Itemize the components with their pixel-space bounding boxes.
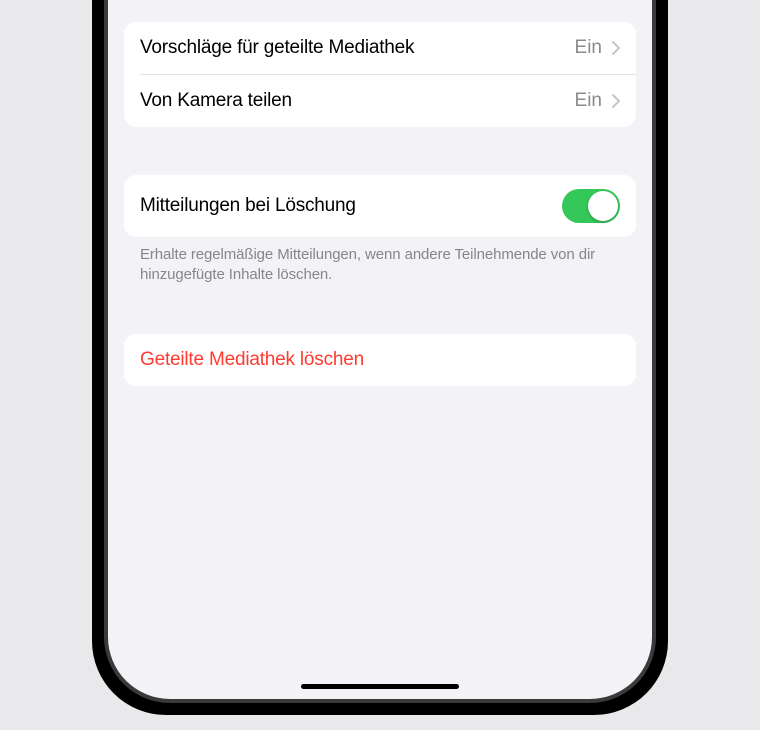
screen: Vorschläge für geteilte Mediathek Ein Vo…: [108, 0, 652, 699]
home-indicator[interactable]: [301, 684, 459, 689]
row-label: Vorschläge für geteilte Mediathek: [140, 37, 575, 59]
row-value: Ein: [575, 90, 602, 112]
row-shared-library-suggestions[interactable]: Vorschläge für geteilte Mediathek Ein: [124, 22, 636, 74]
toggle-knob: [588, 191, 618, 221]
chevron-right-icon: [612, 41, 620, 55]
group-footer-text: Erhalte regelmäßige Mitteilungen, wenn a…: [124, 237, 636, 286]
phone-frame: Vorschläge für geteilte Mediathek Ein Vo…: [92, 0, 668, 715]
phone-bezel: Vorschläge für geteilte Mediathek Ein Vo…: [104, 0, 656, 703]
row-label: Mitteilungen bei Löschung: [140, 195, 562, 217]
row-delete-shared-library[interactable]: Geteilte Mediathek löschen: [124, 334, 636, 386]
row-share-from-camera[interactable]: Von Kamera teilen Ein: [124, 75, 636, 127]
settings-group-notifications: Mitteilungen bei Löschung: [124, 175, 636, 237]
toggle-switch[interactable]: [562, 189, 620, 223]
settings-group-delete: Geteilte Mediathek löschen: [124, 334, 636, 386]
destructive-label: Geteilte Mediathek löschen: [140, 349, 364, 371]
row-value: Ein: [575, 37, 602, 59]
chevron-right-icon: [612, 94, 620, 108]
row-deletion-notifications[interactable]: Mitteilungen bei Löschung: [124, 175, 636, 237]
settings-group-sharing: Vorschläge für geteilte Mediathek Ein Vo…: [124, 22, 636, 127]
row-label: Von Kamera teilen: [140, 90, 575, 112]
settings-content: Vorschläge für geteilte Mediathek Ein Vo…: [108, 22, 652, 386]
